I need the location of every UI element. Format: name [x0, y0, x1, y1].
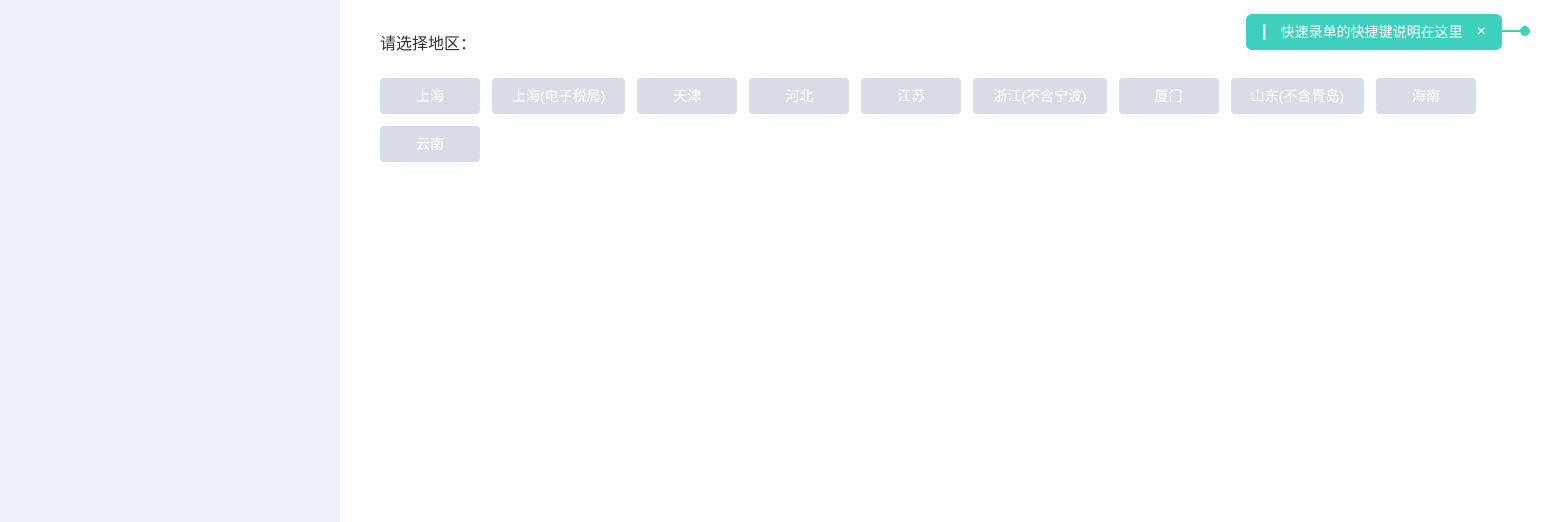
region-btn-yunnan[interactable]: 云南	[380, 126, 480, 162]
region-btn-zhejiang[interactable]: 浙江(不含宁波)	[973, 78, 1106, 114]
region-btn-tianjin[interactable]: 天津	[637, 78, 737, 114]
tooltip-text: 快速录单的快捷键说明在这里	[1281, 22, 1463, 42]
region-buttons-container: 上海上海(电子税局) 天津河北江苏浙江(不含宁波) 厦门山东(不含青岛) 海南云南	[380, 78, 1522, 162]
region-btn-jiangsu[interactable]: 江苏	[861, 78, 961, 114]
region-btn-xiamen[interactable]: 厦门	[1119, 78, 1219, 114]
region-btn-shanghai-etax[interactable]: 上海(电子税局)	[492, 78, 625, 114]
tooltip-connector-line	[1500, 30, 1520, 32]
region-btn-hainan[interactable]: 海南	[1376, 78, 1476, 114]
main-content: 请选择地区： 上海上海(电子税局)天津河北江苏浙江(不含宁波)厦门山东(不含青岛…	[340, 0, 1562, 522]
region-btn-shanghai[interactable]: 上海	[380, 78, 480, 114]
region-btn-hebei[interactable]: 河北	[749, 78, 849, 114]
tooltip-close-button[interactable]: ×	[1477, 24, 1486, 40]
region-btn-shandong[interactable]: 山东(不含青岛)	[1231, 78, 1364, 114]
tooltip-banner: 快速录单的快捷键说明在这里 ×	[1246, 14, 1502, 50]
sidebar	[0, 0, 340, 522]
tooltip-connector-dot	[1520, 26, 1530, 36]
